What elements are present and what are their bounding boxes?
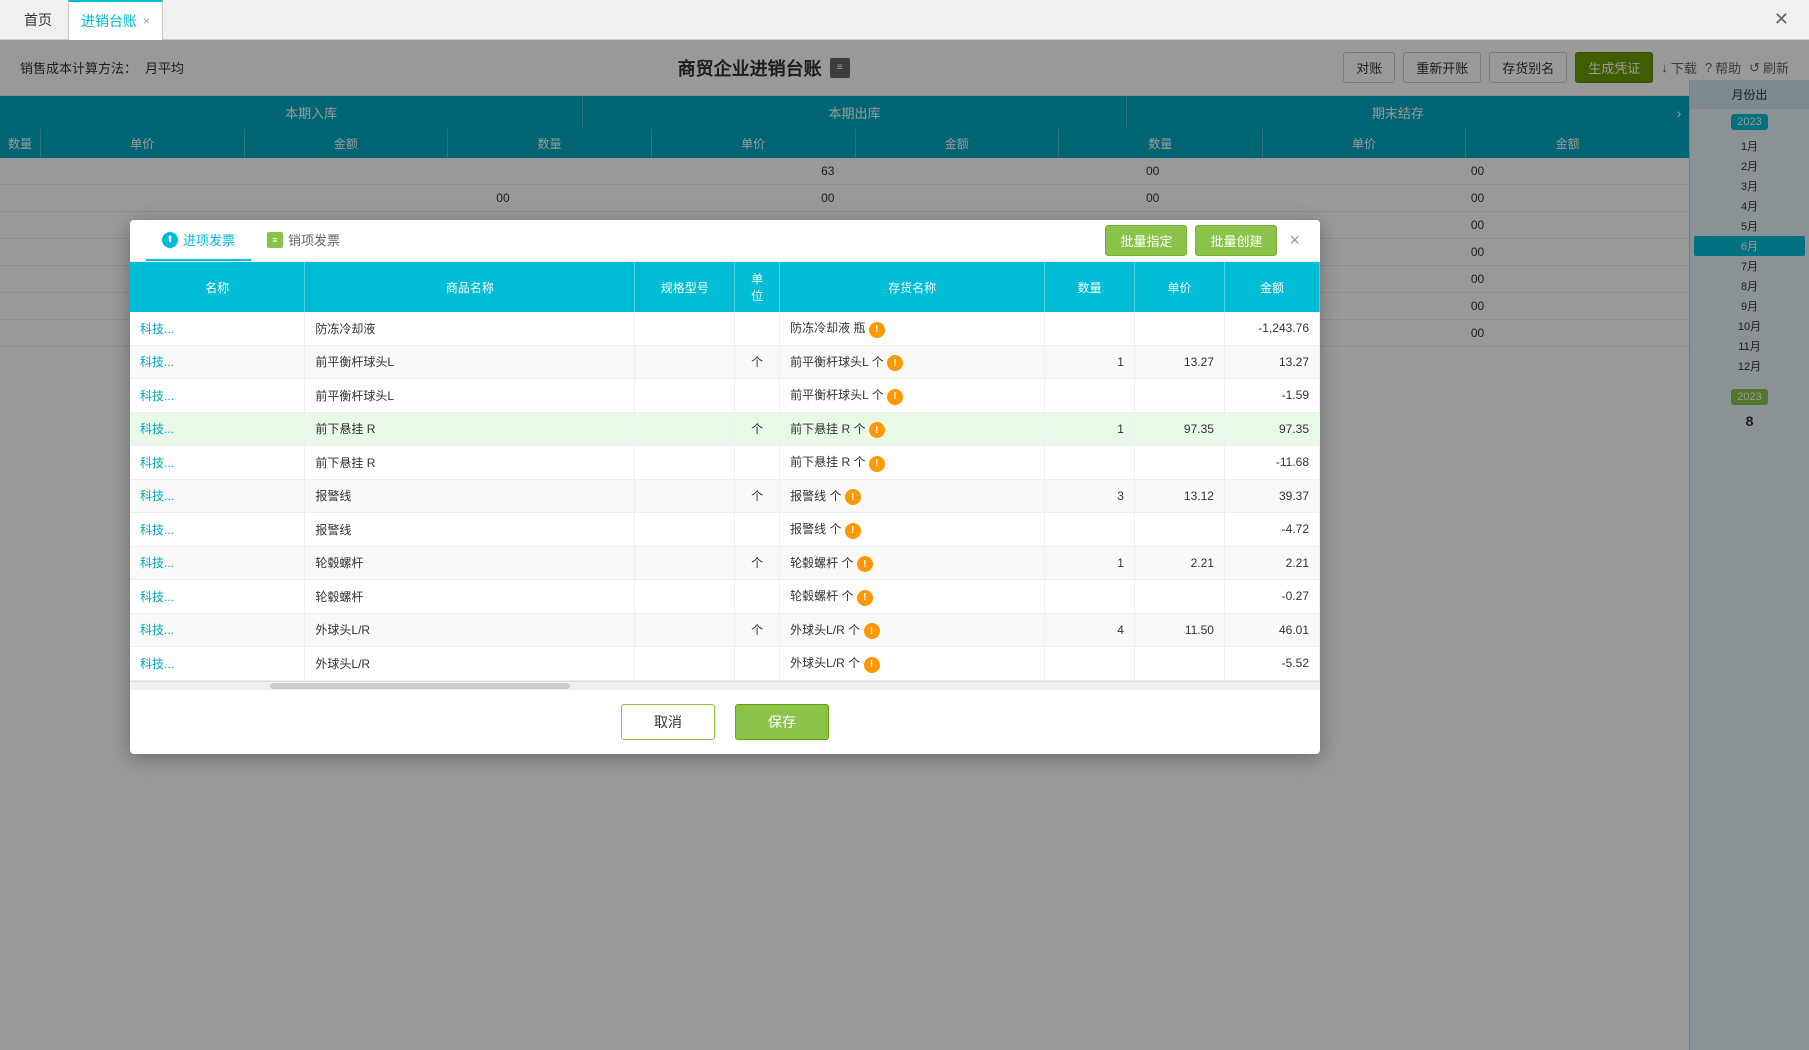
- col-header-stock: 存货名称: [780, 262, 1045, 312]
- warning-icon: !: [857, 590, 873, 606]
- inbound-tab-label: 进项发票: [183, 230, 235, 249]
- save-button[interactable]: 保存: [735, 704, 829, 740]
- tab-home[interactable]: 首页: [8, 0, 68, 40]
- col-header-spec: 规格型号: [635, 262, 735, 312]
- warning-icon: !: [845, 489, 861, 505]
- warning-icon: !: [864, 623, 880, 639]
- tab-outbound-invoice[interactable]: ≡ 销项发票: [251, 220, 356, 261]
- warning-icon: !: [869, 456, 885, 472]
- main-area: 销售成本计算方法： 月平均 商贸企业进销台账 ≡ 对账 重新开账 存货别名 生成…: [0, 40, 1809, 1050]
- batch-create-button[interactable]: 批量创建: [1195, 225, 1277, 256]
- invoice-dialog: ⬆ 进项发票 ≡ 销项发票 批量指定 批量创建 × 名称 商品: [130, 220, 1320, 754]
- dialog-close-button[interactable]: ×: [1285, 230, 1304, 251]
- table-row: 科技...外球头L/R个外球头L/R 个 !411.5046.01: [130, 613, 1320, 647]
- warning-icon: !: [887, 389, 903, 405]
- table-row: 科技...外球头L/R外球头L/R 个 !-5.52: [130, 647, 1320, 681]
- tab-bar: 首页 进销台账 × ✕: [0, 0, 1809, 40]
- batch-assign-button[interactable]: 批量指定: [1105, 225, 1187, 256]
- col-header-unit: 单位: [735, 262, 780, 312]
- table-row: 科技...前平衡杆球头L前平衡杆球头L 个 !-1.59: [130, 379, 1320, 413]
- cancel-button[interactable]: 取消: [621, 704, 715, 740]
- outbound-tab-icon: ≡: [267, 232, 283, 248]
- table-row: 科技...轮毂螺杆个轮毂螺杆 个 !12.212.21: [130, 546, 1320, 580]
- table-row: 科技...前平衡杆球头L个前平衡杆球头L 个 !113.2713.27: [130, 345, 1320, 379]
- window-close-btn[interactable]: ✕: [1762, 9, 1801, 30]
- warning-icon: !: [864, 657, 880, 673]
- outbound-tab-label: 销项发票: [288, 230, 340, 249]
- dialog-header: ⬆ 进项发票 ≡ 销项发票 批量指定 批量创建 ×: [130, 220, 1320, 262]
- warning-icon: !: [869, 422, 885, 438]
- table-row: 科技...防冻冷却液防冻冷却液 瓶 !-1,243.76: [130, 312, 1320, 345]
- warning-icon: !: [869, 322, 885, 338]
- tab-inbound-invoice[interactable]: ⬆ 进项发票: [146, 220, 251, 261]
- warning-icon: !: [887, 355, 903, 371]
- col-header-name: 名称: [130, 262, 305, 312]
- dialog-header-actions: 批量指定 批量创建 ×: [1105, 225, 1304, 256]
- col-header-qty: 数量: [1045, 262, 1135, 312]
- dialog-tabs: ⬆ 进项发票 ≡ 销项发票: [146, 220, 356, 261]
- col-header-amount: 金额: [1224, 262, 1319, 312]
- inbound-tab-icon: ⬆: [162, 232, 178, 248]
- table-row: 科技...前下悬挂 R前下悬挂 R 个 !-11.68: [130, 446, 1320, 480]
- table-row: 科技...轮毂螺杆轮毂螺杆 个 !-0.27: [130, 580, 1320, 614]
- col-header-price: 单价: [1134, 262, 1224, 312]
- tab-active[interactable]: 进销台账 ×: [68, 0, 163, 40]
- scrollbar-thumb[interactable]: [270, 683, 570, 689]
- horizontal-scrollbar[interactable]: [130, 681, 1320, 689]
- table-row: 科技...报警线个报警线 个 !313.1239.37: [130, 479, 1320, 513]
- table-row: 科技...前下悬挂 R个前下悬挂 R 个 !197.3597.35: [130, 412, 1320, 446]
- warning-icon: !: [857, 556, 873, 572]
- dialog-footer: 取消 保存: [130, 689, 1320, 754]
- tab-active-label: 进销台账: [81, 1, 137, 41]
- dialog-table: 名称 商品名称 规格型号 单位 存货名称 数量 单价 金额 科技...防冻冷却液…: [130, 262, 1320, 681]
- table-row: 科技...报警线报警线 个 !-4.72: [130, 513, 1320, 547]
- warning-icon: !: [845, 523, 861, 539]
- tab-close-btn[interactable]: ×: [143, 1, 150, 41]
- dialog-table-scroll[interactable]: 名称 商品名称 规格型号 单位 存货名称 数量 单价 金额 科技...防冻冷却液…: [130, 262, 1320, 681]
- col-header-product: 商品名称: [305, 262, 635, 312]
- dialog-table-header-row: 名称 商品名称 规格型号 单位 存货名称 数量 单价 金额: [130, 262, 1320, 312]
